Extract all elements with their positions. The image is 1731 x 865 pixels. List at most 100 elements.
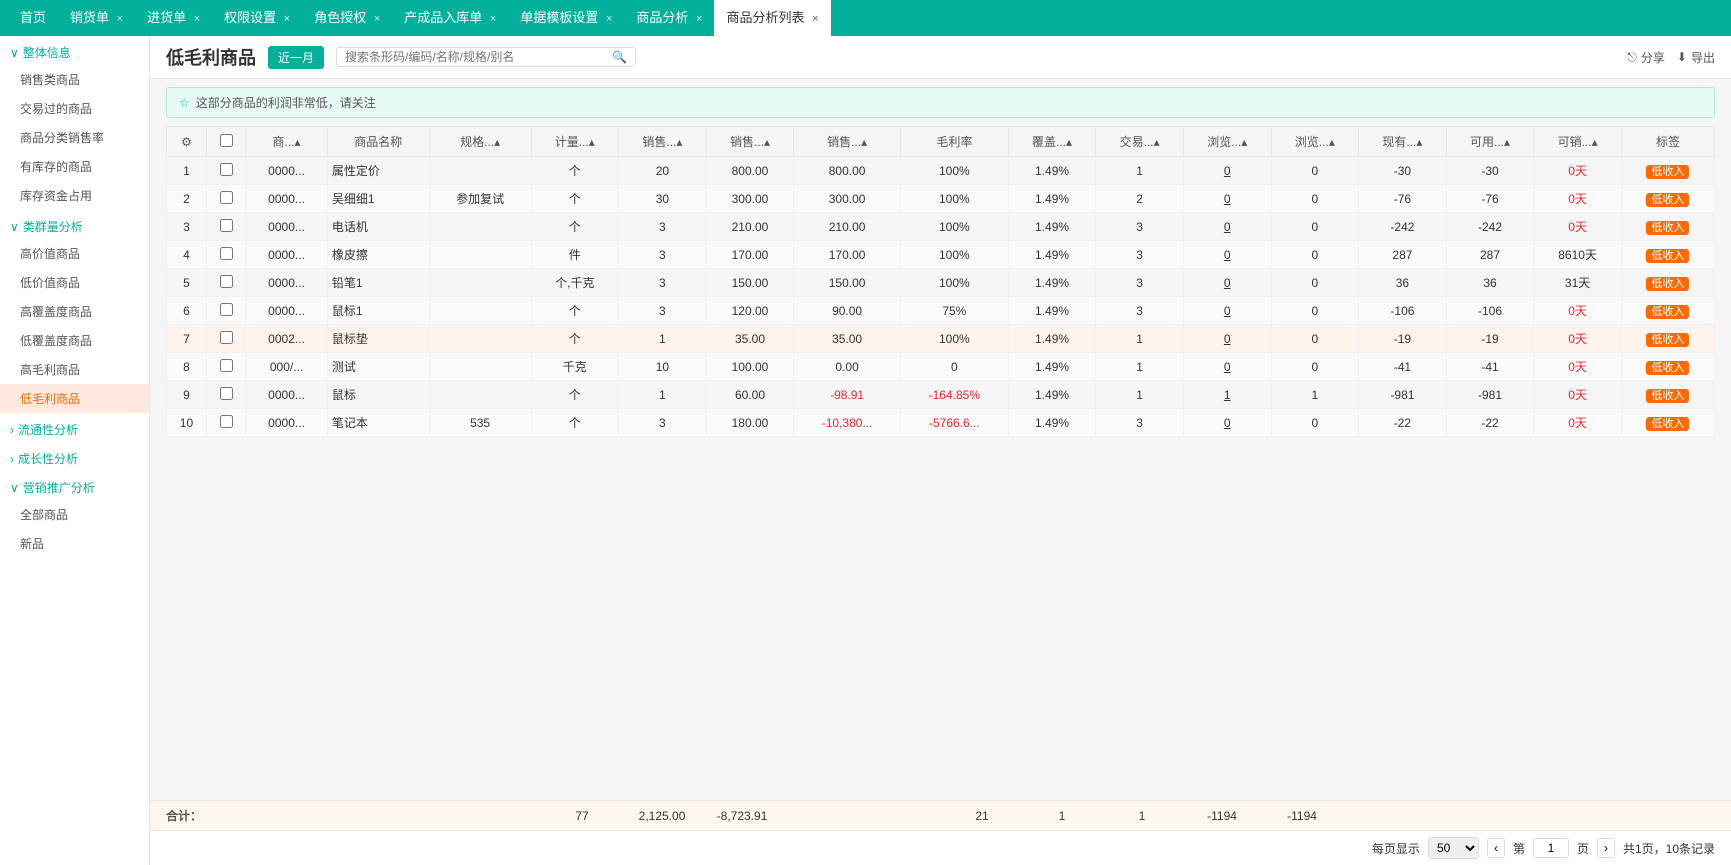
col-view2[interactable]: 浏览...▴ [1271, 127, 1359, 157]
row-view1[interactable]: 0 [1183, 409, 1271, 437]
close-icon[interactable]: × [284, 13, 290, 25]
close-icon[interactable]: × [696, 13, 702, 25]
row-select-checkbox[interactable] [220, 219, 233, 232]
nav-role[interactable]: 角色授权 × [302, 0, 392, 36]
col-checkbox[interactable] [206, 127, 245, 157]
row-name[interactable]: 电话机 [327, 213, 429, 241]
row-select-checkbox[interactable] [220, 387, 233, 400]
close-icon[interactable]: × [490, 13, 496, 25]
sidebar-item-category-rate[interactable]: 商品分类销售率 [0, 123, 149, 152]
row-select-checkbox[interactable] [220, 163, 233, 176]
row-name[interactable]: 属性定价 [327, 157, 429, 185]
select-all-checkbox[interactable] [220, 134, 233, 147]
row-select-checkbox[interactable] [220, 191, 233, 204]
close-icon[interactable]: × [374, 13, 380, 25]
col-sales1[interactable]: 销售...▴ [619, 127, 707, 157]
row-checkbox[interactable] [206, 213, 245, 241]
col-spec[interactable]: 规格...▴ [429, 127, 531, 157]
col-margin-rate[interactable]: 毛利率 [900, 127, 1008, 157]
row-view1[interactable]: 0 [1183, 269, 1271, 297]
nav-purchase[interactable]: 进货单 × [135, 0, 212, 36]
row-select-checkbox[interactable] [220, 331, 233, 344]
sidebar-item-high-coverage[interactable]: 高覆盖度商品 [0, 297, 149, 326]
col-code[interactable]: 商...▴ [246, 127, 328, 157]
nav-template[interactable]: 单据模板设置 × [508, 0, 624, 36]
row-view1[interactable]: 1 [1183, 381, 1271, 409]
sidebar-item-traded-goods[interactable]: 交易过的商品 [0, 94, 149, 123]
col-sellable[interactable]: 可销...▴ [1534, 127, 1622, 157]
share-button[interactable]: ⎋ 分享 [1627, 49, 1665, 66]
nav-analysis[interactable]: 商品分析 × [624, 0, 714, 36]
nav-analysis-list[interactable]: 商品分析列表 × [714, 0, 830, 36]
row-checkbox[interactable] [206, 157, 245, 185]
row-select-checkbox[interactable] [220, 415, 233, 428]
col-settings[interactable]: ⚙ [167, 127, 207, 157]
row-name[interactable]: 鼠标1 [327, 297, 429, 325]
row-checkbox[interactable] [206, 381, 245, 409]
sidebar-item-low-margin[interactable]: 低毛利商品 [0, 384, 149, 413]
close-icon[interactable]: × [117, 13, 123, 25]
col-sales2[interactable]: 销售...▴ [706, 127, 794, 157]
row-checkbox[interactable] [206, 353, 245, 381]
export-button[interactable]: ⬇ 导出 [1677, 49, 1715, 66]
nav-product-in[interactable]: 产成品入库单 × [392, 0, 508, 36]
row-select-checkbox[interactable] [220, 303, 233, 316]
row-name[interactable]: 测试 [327, 353, 429, 381]
row-checkbox[interactable] [206, 409, 245, 437]
sidebar-group-cluster[interactable]: ∨ 类群量分析 [0, 210, 149, 239]
row-name[interactable]: 笔记本 [327, 409, 429, 437]
row-name[interactable]: 鼠标 [327, 381, 429, 409]
row-view1[interactable]: 0 [1183, 297, 1271, 325]
prev-page-button[interactable]: ‹ [1487, 838, 1505, 858]
col-current-stock[interactable]: 现有...▴ [1359, 127, 1447, 157]
row-view1[interactable]: 0 [1183, 325, 1271, 353]
col-trade[interactable]: 交易...▴ [1096, 127, 1184, 157]
next-page-button[interactable]: › [1597, 838, 1615, 858]
row-name[interactable]: 橡皮擦 [327, 241, 429, 269]
col-available[interactable]: 可用...▴ [1446, 127, 1534, 157]
row-view1[interactable]: 0 [1183, 185, 1271, 213]
col-view1[interactable]: 浏览...▴ [1183, 127, 1271, 157]
row-checkbox[interactable] [206, 297, 245, 325]
row-select-checkbox[interactable] [220, 359, 233, 372]
sidebar-item-new-goods[interactable]: 新品 [0, 529, 149, 558]
col-tag[interactable]: 标签 [1621, 127, 1714, 157]
sidebar-item-high-margin[interactable]: 高毛利商品 [0, 355, 149, 384]
page-number-input[interactable] [1533, 838, 1569, 858]
sidebar-item-capital[interactable]: 库存资金占用 [0, 181, 149, 210]
nav-sales[interactable]: 销货单 × [58, 0, 135, 36]
row-view1[interactable]: 0 [1183, 213, 1271, 241]
sidebar-group-growth[interactable]: › 成长性分析 [0, 442, 149, 471]
col-sales3[interactable]: 销售...▴ [794, 127, 901, 157]
row-view1[interactable]: 0 [1183, 241, 1271, 269]
sidebar-item-high-value[interactable]: 高价值商品 [0, 239, 149, 268]
row-select-checkbox[interactable] [220, 275, 233, 288]
col-coverage[interactable]: 覆盖...▴ [1008, 127, 1096, 157]
row-view1[interactable]: 0 [1183, 157, 1271, 185]
row-select-checkbox[interactable] [220, 247, 233, 260]
sidebar-item-all-goods[interactable]: 全部商品 [0, 500, 149, 529]
sidebar-group-circulation[interactable]: › 流通性分析 [0, 413, 149, 442]
nav-home[interactable]: 首页 [8, 0, 58, 36]
row-checkbox[interactable] [206, 325, 245, 353]
sidebar-group-overview[interactable]: ∨ 整体信息 [0, 36, 149, 65]
close-icon[interactable]: × [812, 13, 818, 25]
sidebar-item-low-value[interactable]: 低价值商品 [0, 268, 149, 297]
row-name[interactable]: 铅笔1 [327, 269, 429, 297]
per-page-select[interactable]: 50 20 100 [1428, 837, 1479, 859]
row-checkbox[interactable] [206, 241, 245, 269]
sidebar-group-marketing[interactable]: ∨ 营销推广分析 [0, 471, 149, 500]
close-icon[interactable]: × [194, 13, 200, 25]
search-input[interactable] [345, 50, 608, 64]
row-name[interactable]: 鼠标垫 [327, 325, 429, 353]
row-checkbox[interactable] [206, 269, 245, 297]
sidebar-item-low-coverage[interactable]: 低覆盖度商品 [0, 326, 149, 355]
sidebar-item-stocked[interactable]: 有库存的商品 [0, 152, 149, 181]
row-view1[interactable]: 0 [1183, 353, 1271, 381]
close-icon[interactable]: × [606, 13, 612, 25]
nav-permission[interactable]: 权限设置 × [212, 0, 302, 36]
col-name[interactable]: 商品名称 [327, 127, 429, 157]
date-filter-button[interactable]: 近一月 [268, 46, 324, 69]
col-unit[interactable]: 计量...▴ [531, 127, 619, 157]
sidebar-item-sales-goods[interactable]: 销售类商品 [0, 65, 149, 94]
